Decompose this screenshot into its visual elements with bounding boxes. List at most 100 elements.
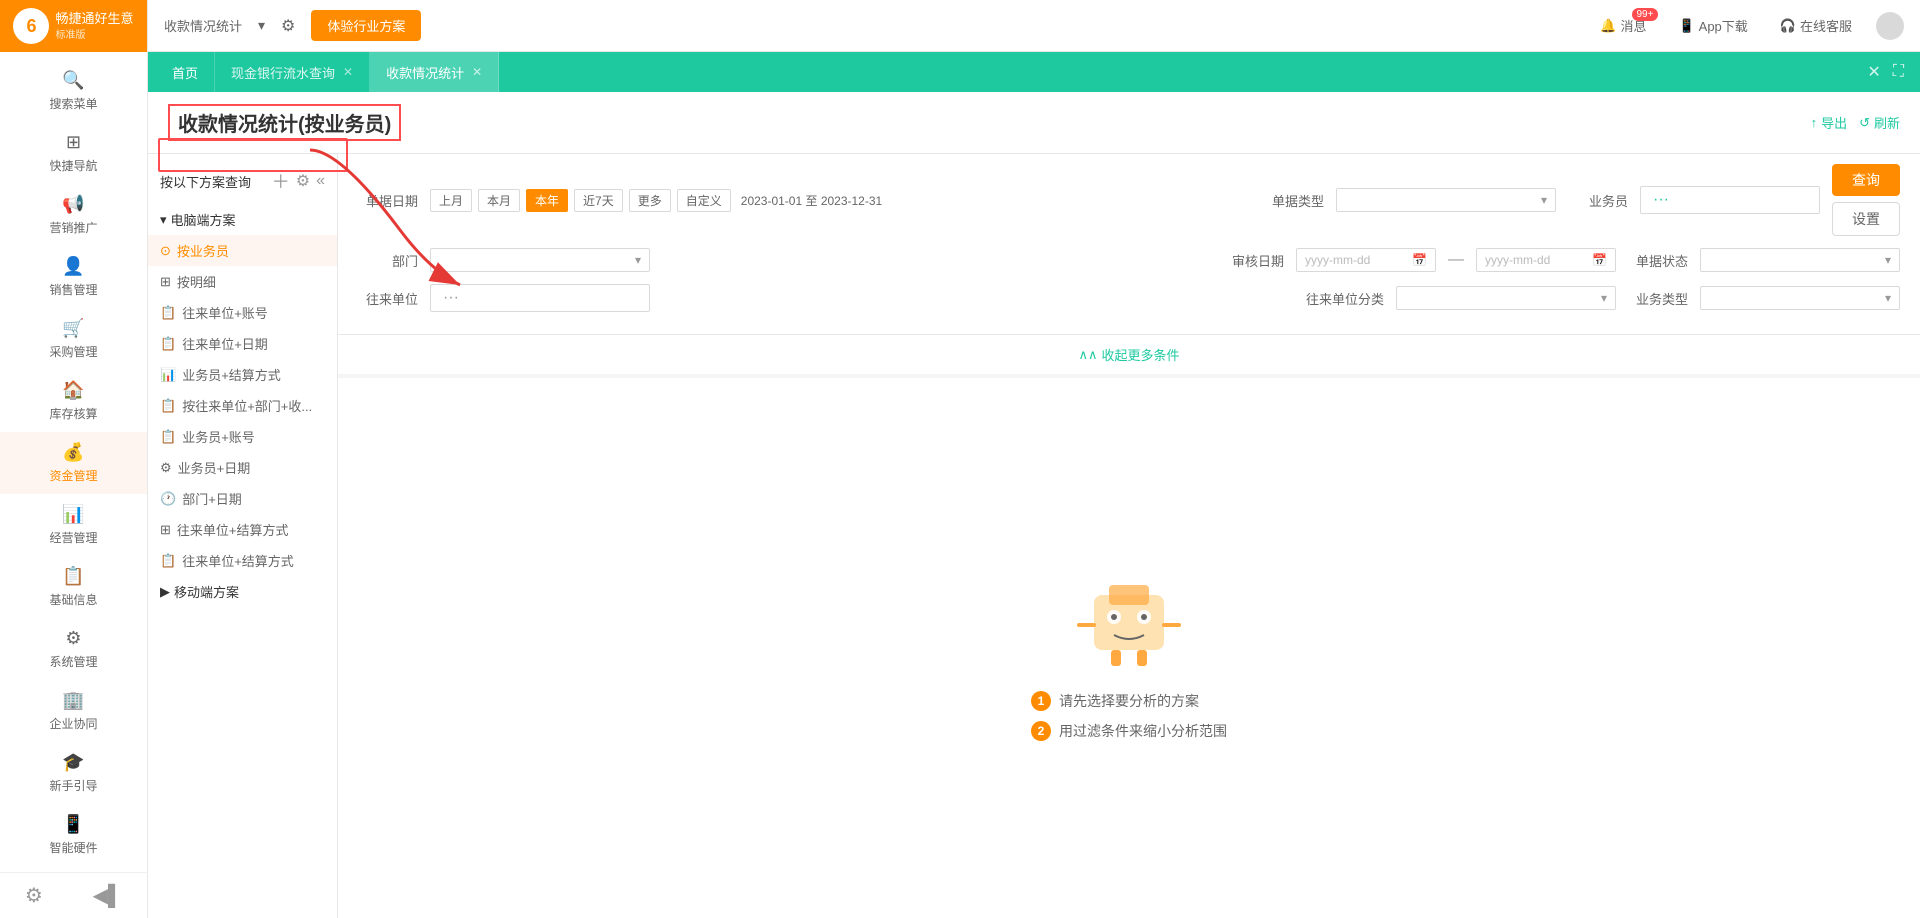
tab-expand-icon[interactable]: ⛶: [1893, 63, 1904, 81]
empty-tips: 1 请先选择要分析的方案 2 用过滤条件来缩小分析范围: [1031, 691, 1227, 741]
partner-category-select[interactable]: ▾: [1396, 286, 1616, 310]
topbar-dropdown-icon[interactable]: ▾: [258, 17, 265, 34]
scheme-partner-settle2[interactable]: 📋 往来单位+结算方式: [148, 545, 337, 576]
tab-home[interactable]: 首页: [156, 52, 215, 92]
sidebar-item-enterprise[interactable]: 🏢 企业协同: [0, 680, 147, 742]
date-btn-this-month[interactable]: 本月: [478, 189, 520, 212]
notifications-button[interactable]: 🔔 消息 99+: [1600, 16, 1646, 35]
tip-num-2: 2: [1031, 721, 1051, 741]
refresh-button[interactable]: ↺ 刷新: [1859, 113, 1900, 132]
tab-bank-label: 现金银行流水查询: [231, 63, 335, 82]
sidebar-item-inventory[interactable]: 🏠 库存核算: [0, 370, 147, 432]
sidebar-nav: 🔍 搜索菜单 ⊞ 快捷导航 📢 营销推广 👤 销售管理 🛒 采购管理 🏠 库存核…: [0, 52, 147, 872]
collapse-bar[interactable]: ∧∧ 收起更多条件: [338, 334, 1920, 374]
record-status-label: 单据状态: [1628, 251, 1688, 270]
refresh-label: 刷新: [1874, 113, 1900, 132]
sidebar-item-search[interactable]: 🔍 搜索菜单: [0, 60, 147, 122]
app-download-button[interactable]: 📱 App下载: [1678, 16, 1747, 35]
date-btn-more[interactable]: 更多: [629, 189, 671, 212]
tab-close-all-icon[interactable]: ✕: [1867, 62, 1880, 82]
dept-label: 部门: [358, 251, 418, 270]
desktop-arrow-icon: ▾: [160, 212, 167, 228]
scheme-by-salesperson[interactable]: ⊙ 按业务员: [148, 235, 337, 266]
record-status-select[interactable]: ▾: [1700, 248, 1900, 272]
record-type-select[interactable]: ▾: [1336, 188, 1556, 212]
sidebar-item-marketing[interactable]: 📢 营销推广: [0, 184, 147, 246]
business-type-select[interactable]: ▾: [1700, 286, 1900, 310]
sidebar-item-quicknav[interactable]: ⊞ 快捷导航: [0, 122, 147, 184]
topbar-gear-icon[interactable]: ⚙: [281, 16, 295, 36]
sidebar-item-hardware[interactable]: 📱 智能硬件: [0, 804, 147, 866]
sidebar-item-basic[interactable]: 📋 基础信息: [0, 556, 147, 618]
partner-date-icon: 📋: [160, 336, 176, 352]
salesperson-label: 业务员: [1568, 191, 1628, 210]
setting-button[interactable]: 设置: [1832, 202, 1900, 236]
salesperson-select[interactable]: ···: [1640, 186, 1820, 214]
dept-arrow-icon: ▾: [635, 253, 641, 267]
sidebar-item-finance[interactable]: 💰 资金管理: [0, 432, 147, 494]
collapse-panel-icon[interactable]: «: [316, 172, 325, 190]
tab-home-label: 首页: [172, 63, 198, 82]
scheme-settings-icon[interactable]: ⚙: [296, 171, 310, 191]
sidebar-item-label: 库存核算: [49, 405, 97, 422]
sidebar-item-label: 营销推广: [49, 219, 97, 236]
date-btn-custom[interactable]: 自定义: [677, 189, 731, 212]
sidebar-item-purchase[interactable]: 🛒 采购管理: [0, 308, 147, 370]
sidebar-item-label: 搜索菜单: [49, 95, 97, 112]
notification-count-badge: 99+: [1632, 8, 1659, 21]
sidebar-item-newbie[interactable]: 🎓 新手引导: [0, 742, 147, 804]
partner-settle1-icon: ⊞: [160, 522, 171, 538]
date-btn-this-year[interactable]: 本年: [526, 189, 568, 212]
left-panel-actions: ＋ ⚙ «: [272, 168, 325, 194]
customer-service-button[interactable]: 🎧 在线客服: [1780, 16, 1852, 35]
tab-bank-close-icon[interactable]: ✕: [343, 65, 353, 79]
scheme-partner-settle1[interactable]: ⊞ 往来单位+结算方式: [148, 514, 337, 545]
scheme-partner-date[interactable]: 📋 往来单位+日期: [148, 328, 337, 359]
scheme-dept-date[interactable]: 🕐 部门+日期: [148, 483, 337, 514]
sidebar-item-label: 采购管理: [49, 343, 97, 360]
export-button[interactable]: ↑ 导出: [1811, 113, 1848, 132]
download-icon: 📱: [1678, 18, 1694, 34]
salesperson-more-icon[interactable]: ···: [1653, 191, 1669, 209]
scheme-by-detail[interactable]: ⊞ 按明细: [148, 266, 337, 297]
search-icon: 🔍: [62, 70, 84, 91]
date-btn-7days[interactable]: 近7天: [574, 189, 623, 212]
sidebar-collapse-icon[interactable]: ◀▌: [93, 883, 123, 908]
mobile-section-label: 移动端方案: [174, 582, 239, 601]
tab-receipt-close-icon[interactable]: ✕: [472, 65, 482, 79]
partner-settle2-icon: 📋: [160, 553, 176, 569]
tip-num-1: 1: [1031, 691, 1051, 711]
sidebar-item-business[interactable]: 📊 经营管理: [0, 494, 147, 556]
tab-receipt[interactable]: 收款情况统计 ✕: [370, 52, 499, 92]
partner-category-arrow-icon: ▾: [1601, 291, 1607, 305]
user-avatar[interactable]: [1876, 12, 1904, 40]
sidebar-item-label: 基础信息: [49, 591, 97, 608]
scheme-salesperson-settle[interactable]: 📊 业务员+结算方式: [148, 359, 337, 390]
export-icon: ↑: [1811, 115, 1818, 130]
scheme-partner-account[interactable]: 📋 往来单位+账号: [148, 297, 337, 328]
trial-button[interactable]: 体验行业方案: [311, 10, 421, 41]
tabs-bar: 首页 现金银行流水查询 ✕ 收款情况统计 ✕ ✕ ⛶: [148, 52, 1920, 92]
empty-tip-2: 2 用过滤条件来缩小分析范围: [1031, 721, 1227, 741]
scheme-salesperson-date[interactable]: ⚙ 业务员+日期: [148, 452, 337, 483]
sidebar-item-label: 企业协同: [49, 715, 97, 732]
review-date-end-input[interactable]: yyyy-mm-dd 📅: [1476, 248, 1616, 272]
add-scheme-icon[interactable]: ＋: [272, 168, 290, 194]
scheme-partner-dept[interactable]: 📋 按往来单位+部门+收...: [148, 390, 337, 421]
scheme-salesperson-account[interactable]: 📋 业务员+账号: [148, 421, 337, 452]
desktop-section[interactable]: ▾ 电脑端方案: [148, 204, 337, 235]
partner-select[interactable]: ···: [430, 284, 650, 312]
date-btn-last-month[interactable]: 上月: [430, 189, 472, 212]
sidebar-settings-icon[interactable]: ⚙: [25, 883, 43, 908]
sidebar-item-system[interactable]: ⚙ 系统管理: [0, 618, 147, 680]
left-panel: 按以下方案查询 ＋ ⚙ « ▾ 电脑端方案 ⊙ 按业务员 ⊞: [148, 154, 338, 918]
review-date-start-input[interactable]: yyyy-mm-dd 📅: [1296, 248, 1436, 272]
partner-more-icon[interactable]: ···: [443, 289, 459, 307]
mobile-section[interactable]: ▶ 移动端方案: [148, 576, 337, 607]
dept-select[interactable]: ▾: [430, 248, 650, 272]
tab-bank[interactable]: 现金银行流水查询 ✕: [215, 52, 370, 92]
sidebar-item-sales[interactable]: 👤 销售管理: [0, 246, 147, 308]
enterprise-icon: 🏢: [62, 690, 84, 711]
salesperson-settle-icon: 📊: [160, 367, 176, 383]
query-button[interactable]: 查询: [1832, 164, 1900, 196]
